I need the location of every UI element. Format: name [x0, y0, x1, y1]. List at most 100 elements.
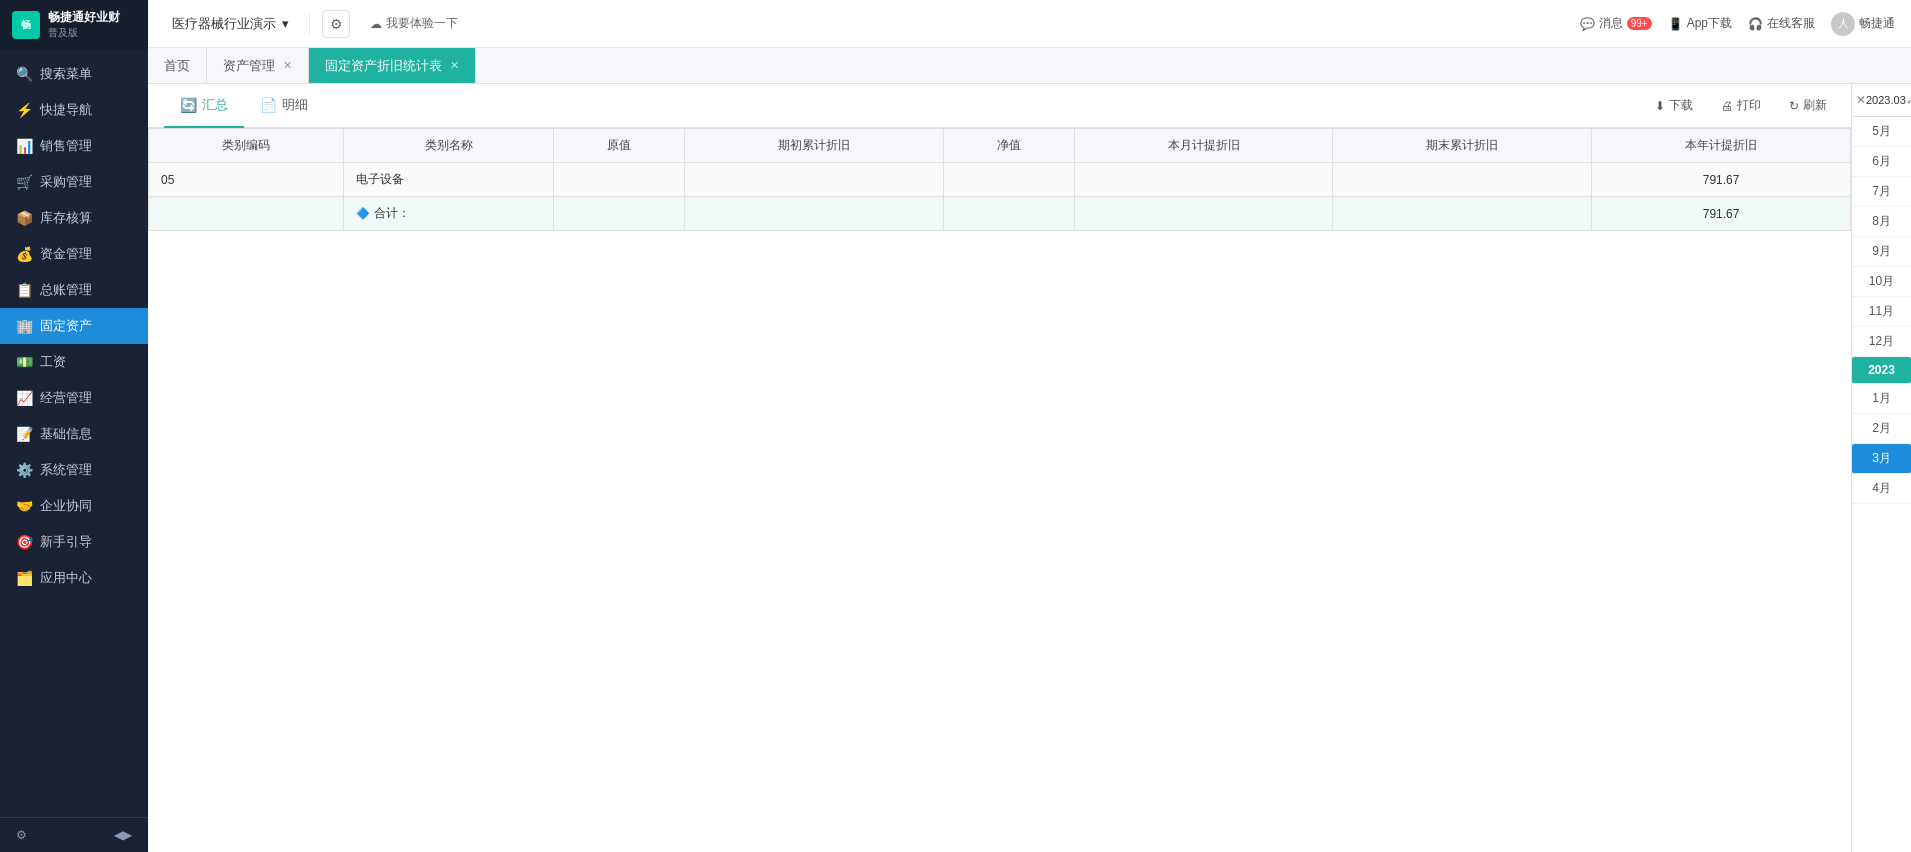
avatar: 人	[1831, 12, 1855, 36]
table-cell	[685, 163, 944, 197]
total-cell: 791.67	[1592, 197, 1851, 231]
month-item[interactable]: 3月	[1852, 444, 1911, 474]
sidebar-item-salary[interactable]: 💵 工资	[0, 344, 148, 380]
month-item[interactable]: 1月	[1852, 384, 1911, 414]
top-bar-right: 💬 消息 99+ 📱 App下载 🎧 在线客服 人 畅捷通	[1580, 12, 1895, 36]
sidebar-item-inventory[interactable]: 📦 库存核算	[0, 200, 148, 236]
sales-nav-icon: 📊	[16, 138, 32, 154]
divider-1	[309, 14, 310, 34]
table-column-header: 期初累计折旧	[685, 129, 944, 163]
fixed-assets-nav-icon: 🏢	[16, 318, 32, 334]
summary-sub-tab-icon: 🔄	[180, 97, 197, 113]
enterprise-nav-label: 企业协同	[40, 497, 92, 515]
depreciation-table: 类别编码类别名称原值期初累计折旧净值本月计提折旧期末累计折旧本年计提折旧 05电…	[148, 128, 1851, 231]
close-tab-asset-mgmt[interactable]: ✕	[283, 59, 292, 72]
customer-service-label: 在线客服	[1767, 15, 1815, 32]
company-selector[interactable]: 医疗器械行业演示 ▾	[164, 11, 297, 37]
panel-year-label: 2023.03	[1866, 90, 1906, 110]
tab-asset-mgmt[interactable]: 资产管理✕	[207, 48, 309, 83]
sub-tab-actions: ⬇ 下载 🖨 打印 ↻ 刷新	[1647, 93, 1835, 118]
top-bar: 医疗器械行业演示 ▾ ⚙ ☁ 我要体验一下 💬 消息 99+ 📱 App下载 🎧…	[148, 0, 1911, 48]
table-cell: 05	[149, 163, 344, 197]
sidebar-item-ledger[interactable]: 📋 总账管理	[0, 272, 148, 308]
table-total-row: 🔷合计： 791.67	[149, 197, 1851, 231]
quick-nav-nav-icon: ⚡	[16, 102, 32, 118]
gear-icon: ⚙	[330, 16, 343, 32]
experience-label: 我要体验一下	[386, 15, 458, 32]
ledger-nav-label: 总账管理	[40, 281, 92, 299]
operations-nav-label: 经营管理	[40, 389, 92, 407]
month-item[interactable]: 10月	[1852, 267, 1911, 297]
sidebar-item-basic-info[interactable]: 📝 基础信息	[0, 416, 148, 452]
basic-info-nav-icon: 📝	[16, 426, 32, 442]
customer-service-action[interactable]: 🎧 在线客服	[1748, 15, 1815, 32]
messages-badge: 99+	[1627, 17, 1652, 30]
month-item[interactable]: 12月	[1852, 327, 1911, 357]
month-item[interactable]: 6月	[1852, 147, 1911, 177]
download-action-btn[interactable]: ⬇ 下载	[1647, 93, 1701, 118]
table-row: 05电子设备791.67	[149, 163, 1851, 197]
month-item[interactable]: 7月	[1852, 177, 1911, 207]
sub-tab-detail[interactable]: 📄 明细	[244, 84, 324, 128]
app-download-action[interactable]: 📱 App下载	[1668, 15, 1732, 32]
sub-tab-bar: 🔄 汇总📄 明细 ⬇ 下载 🖨 打印 ↻ 刷新	[148, 84, 1851, 128]
table-column-header: 本年计提折旧	[1592, 129, 1851, 163]
refresh-action-btn[interactable]: ↻ 刷新	[1781, 93, 1835, 118]
month-item[interactable]: 11月	[1852, 297, 1911, 327]
experience-btn[interactable]: ☁ 我要体验一下	[362, 11, 466, 36]
side-panel: ✕ 2023.03 ⤢ 5月6月7月8月9月10月11月12月20231月2月3…	[1851, 84, 1911, 852]
expand-panel-btn[interactable]: ⤢	[1906, 93, 1911, 107]
sidebar-title-block: 畅捷通好业财 普及版	[48, 10, 120, 39]
table-column-header: 本月计提折旧	[1074, 129, 1333, 163]
tab-home[interactable]: 首页	[148, 48, 207, 83]
sidebar-item-guide[interactable]: 🎯 新手引导	[0, 524, 148, 560]
basic-info-nav-label: 基础信息	[40, 425, 92, 443]
month-item[interactable]: 8月	[1852, 207, 1911, 237]
sidebar-item-operations[interactable]: 📈 经营管理	[0, 380, 148, 416]
print-icon: 🖨	[1721, 99, 1733, 113]
total-cell	[149, 197, 344, 231]
month-item[interactable]: 2月	[1852, 414, 1911, 444]
table-column-header: 类别编码	[149, 129, 344, 163]
sidebar-item-system[interactable]: ⚙️ 系统管理	[0, 452, 148, 488]
sidebar-item-search[interactable]: 🔍 搜索菜单	[0, 56, 148, 92]
total-cell: 🔷合计：	[343, 197, 554, 231]
refresh-icon: ↻	[1789, 99, 1799, 113]
guide-nav-label: 新手引导	[40, 533, 92, 551]
operations-nav-icon: 📈	[16, 390, 32, 406]
month-item[interactable]: 9月	[1852, 237, 1911, 267]
total-cell	[1333, 197, 1592, 231]
collapse-sidebar-btn[interactable]: ◀▶	[110, 826, 136, 844]
settings-btn[interactable]: ⚙	[322, 10, 350, 38]
purchase-nav-label: 采购管理	[40, 173, 92, 191]
messages-action[interactable]: 💬 消息 99+	[1580, 15, 1652, 32]
sidebar-nav: 🔍 搜索菜单⚡ 快捷导航📊 销售管理🛒 采购管理📦 库存核算💰 资金管理📋 总账…	[0, 50, 148, 817]
sidebar-item-finance[interactable]: 💰 资金管理	[0, 236, 148, 272]
enterprise-nav-icon: 🤝	[16, 498, 32, 514]
table-column-header: 期末累计折旧	[1333, 129, 1592, 163]
cloud-icon: ☁	[370, 17, 382, 31]
sales-nav-label: 销售管理	[40, 137, 92, 155]
finance-nav-label: 资金管理	[40, 245, 92, 263]
quick-nav-nav-label: 快捷导航	[40, 101, 92, 119]
sidebar-item-fixed-assets[interactable]: 🏢 固定资产	[0, 308, 148, 344]
close-tab-fixed-asset-dep[interactable]: ✕	[450, 59, 459, 72]
tab-fixed-asset-dep[interactable]: 固定资产折旧统计表 ✕	[309, 48, 476, 83]
print-action-btn[interactable]: 🖨 打印	[1713, 93, 1769, 118]
sidebar-item-app-center[interactable]: 🗂️ 应用中心	[0, 560, 148, 596]
sidebar-item-sales[interactable]: 📊 销售管理	[0, 128, 148, 164]
month-item[interactable]: 5月	[1852, 117, 1911, 147]
download-label: 下载	[1669, 97, 1693, 114]
user-profile-action[interactable]: 人 畅捷通	[1831, 12, 1895, 36]
settings-icon-btn[interactable]: ⚙	[12, 826, 31, 844]
tab-label-fixed-asset-dep: 固定资产折旧统计表	[325, 57, 442, 75]
close-panel-btn[interactable]: ✕	[1856, 93, 1866, 107]
sidebar-header: 畅 畅捷通好业财 普及版	[0, 0, 148, 50]
logo-text: 畅	[21, 18, 31, 32]
sidebar-item-purchase[interactable]: 🛒 采购管理	[0, 164, 148, 200]
sub-tab-summary[interactable]: 🔄 汇总	[164, 84, 244, 128]
table-column-header: 原值	[554, 129, 685, 163]
month-item[interactable]: 4月	[1852, 474, 1911, 504]
sidebar-item-enterprise[interactable]: 🤝 企业协同	[0, 488, 148, 524]
sidebar-item-quick-nav[interactable]: ⚡ 快捷导航	[0, 92, 148, 128]
